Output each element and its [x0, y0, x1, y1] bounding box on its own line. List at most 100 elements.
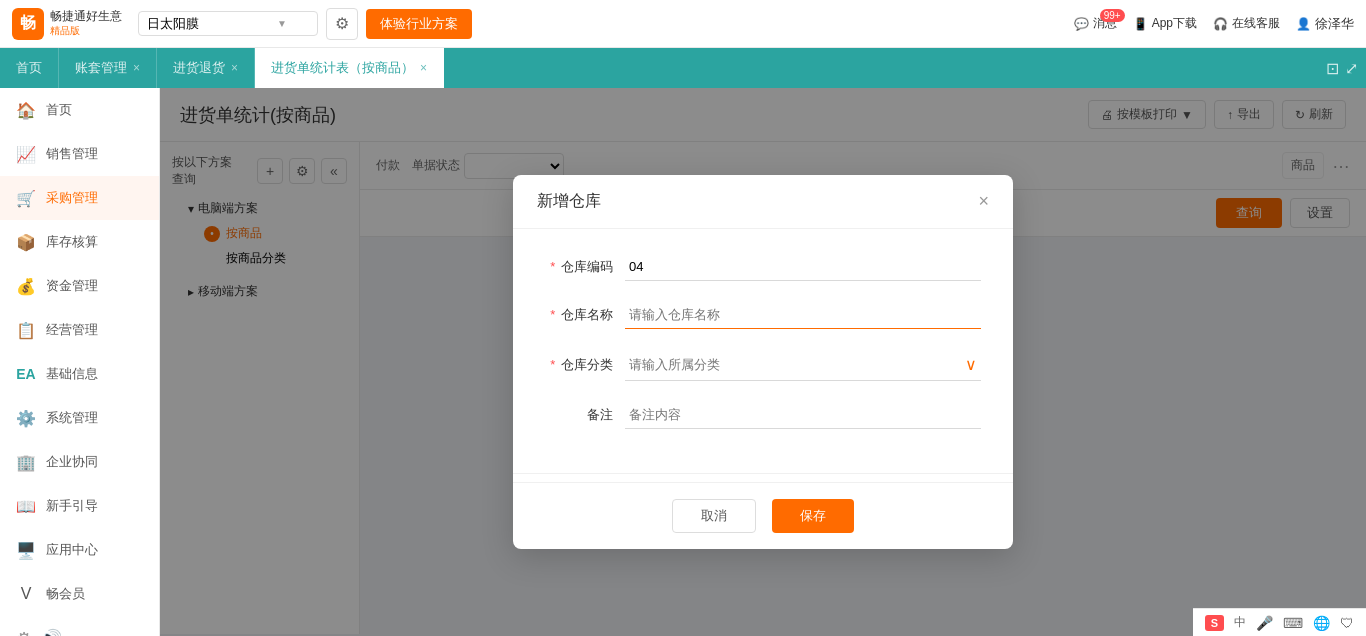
tab-bar: 首页 账套管理 × 进货退货 × 进货单统计表（按商品） × ⊡ ⤢	[0, 48, 1366, 88]
mic-icon[interactable]: 🎤	[1256, 615, 1273, 631]
modal-title: 新增仓库	[537, 191, 601, 212]
settings-icon[interactable]: ⚙	[326, 8, 358, 40]
code-label: * 仓库编码	[545, 258, 625, 276]
header-right: 💬 消息 99+ 📱 App下载 🎧 在线客服 👤 徐泽华	[1074, 15, 1354, 33]
sidebar-label-enterprise: 企业协同	[46, 453, 98, 471]
sidebar-label-system: 系统管理	[46, 409, 98, 427]
message-item[interactable]: 💬 消息 99+	[1074, 15, 1117, 32]
sidebar-label-operations: 经营管理	[46, 321, 98, 339]
new-warehouse-modal: 新增仓库 × * 仓库编码 *	[513, 175, 1013, 549]
main-layout: 🏠 首页 📈 销售管理 🛒 采购管理 📦 库存核算 💰 资金管理 📋 经营管理 …	[0, 88, 1366, 636]
note-input[interactable]	[625, 401, 981, 429]
sidebar-label-basic: 基础信息	[46, 365, 98, 383]
modal-divider	[513, 473, 1013, 474]
cancel-button[interactable]: 取消	[672, 499, 756, 533]
trial-button[interactable]: 体验行业方案	[366, 9, 472, 39]
modal-close-btn[interactable]: ×	[978, 191, 989, 212]
sidebar-item-guide[interactable]: 📖 新手引导	[0, 484, 159, 528]
category-select-input[interactable]	[629, 357, 965, 372]
tab-spacer	[444, 48, 1318, 88]
app-download-icon: 📱	[1133, 17, 1148, 31]
sidebar-item-vip[interactable]: V 畅会员	[0, 572, 159, 616]
online-service-item[interactable]: 🎧 在线客服	[1213, 15, 1280, 32]
store-search[interactable]: ▼	[138, 11, 318, 36]
enterprise-icon: 🏢	[16, 452, 36, 472]
tab-returns-close[interactable]: ×	[231, 61, 238, 75]
sidebar-volume-icon[interactable]: 🔊	[40, 628, 62, 636]
tab-accounts[interactable]: 账套管理 ×	[59, 48, 157, 88]
save-button[interactable]: 保存	[772, 499, 854, 533]
tab-accounts-close[interactable]: ×	[133, 61, 140, 75]
sidebar-label-guide: 新手引导	[46, 497, 98, 515]
logo-area: 畅 畅捷通好生意 精品版	[12, 8, 122, 40]
required-star-cat: *	[550, 357, 555, 372]
sidebar-item-enterprise[interactable]: 🏢 企业协同	[0, 440, 159, 484]
sidebar: 🏠 首页 📈 销售管理 🛒 采购管理 📦 库存核算 💰 资金管理 📋 经营管理 …	[0, 88, 160, 636]
sidebar-item-inventory[interactable]: 📦 库存核算	[0, 220, 159, 264]
sidebar-item-operations[interactable]: 📋 经营管理	[0, 308, 159, 352]
user-avatar-icon: 👤	[1296, 17, 1311, 31]
shield-icon[interactable]: 🛡	[1340, 615, 1354, 631]
user-name: 徐泽华	[1315, 15, 1354, 33]
app-download-label: App下载	[1152, 15, 1197, 32]
tab-home[interactable]: 首页	[0, 48, 59, 88]
tab-stats-label: 进货单统计表（按商品）	[271, 59, 414, 77]
tab-actions: ⊡ ⤢	[1318, 48, 1366, 88]
store-search-input[interactable]	[147, 16, 277, 31]
form-row-category: * 仓库分类 ∨	[545, 349, 981, 381]
modal-body: * 仓库编码 * 仓库名称	[513, 229, 1013, 473]
form-row-note: 备注	[545, 401, 981, 429]
sidebar-item-apps[interactable]: 🖥️ 应用中心	[0, 528, 159, 572]
sidebar-label-purchase: 采购管理	[46, 189, 98, 207]
name-input[interactable]	[625, 301, 981, 329]
search-dropdown-icon[interactable]: ▼	[277, 18, 287, 29]
tab-returns-label: 进货退货	[173, 59, 225, 77]
form-row-code: * 仓库编码	[545, 253, 981, 281]
sidebar-item-finance[interactable]: 💰 资金管理	[0, 264, 159, 308]
message-icon: 💬	[1074, 17, 1089, 31]
app-name: 畅捷通好生意	[50, 9, 122, 25]
category-dropdown-icon[interactable]: ∨	[965, 355, 977, 374]
tab-stats[interactable]: 进货单统计表（按商品） ×	[255, 48, 444, 88]
headset-icon: 🎧	[1213, 17, 1228, 31]
modal-header: 新增仓库 ×	[513, 175, 1013, 229]
vip-icon: V	[16, 584, 36, 604]
modal-footer: 取消 保存	[513, 482, 1013, 549]
code-input[interactable]	[625, 253, 981, 281]
app-download-item[interactable]: 📱 App下载	[1133, 15, 1197, 32]
sidebar-label-finance: 资金管理	[46, 277, 98, 295]
tab-restore-btn[interactable]: ⊡	[1326, 59, 1339, 78]
content-area: 进货单统计(按商品) 🖨 按模板打印 ▼ ↑ 导出 ↻ 刷新	[160, 88, 1366, 636]
sidebar-label-apps: 应用中心	[46, 541, 98, 559]
top-header: 畅 畅捷通好生意 精品版 ▼ ⚙ 体验行业方案 💬 消息 99+ 📱 App下载…	[0, 0, 1366, 48]
sidebar-label-inventory: 库存核算	[46, 233, 98, 251]
category-select-wrapper[interactable]: ∨	[625, 349, 981, 381]
basic-icon: EA	[16, 364, 36, 384]
sidebar-collapse-icon[interactable]: ⚙	[16, 628, 32, 636]
sidebar-label-home: 首页	[46, 101, 72, 119]
user-avatar-item[interactable]: 👤 徐泽华	[1296, 15, 1354, 33]
tab-returns[interactable]: 进货退货 ×	[157, 48, 255, 88]
message-badge: 99+	[1100, 9, 1125, 22]
operations-icon: 📋	[16, 320, 36, 340]
tab-stats-close[interactable]: ×	[420, 61, 427, 75]
required-star-code: *	[550, 259, 555, 274]
note-label: 备注	[545, 406, 625, 424]
globe-icon[interactable]: 🌐	[1313, 615, 1330, 631]
status-bar: S 中 🎤 ⌨ 🌐 🛡	[1193, 608, 1366, 636]
sidebar-item-system[interactable]: ⚙️ 系统管理	[0, 396, 159, 440]
sales-icon: 📈	[16, 144, 36, 164]
inventory-icon: 📦	[16, 232, 36, 252]
required-star-name: *	[550, 307, 555, 322]
app-edition: 精品版	[50, 24, 122, 38]
keyboard-icon[interactable]: ⌨	[1283, 615, 1303, 631]
sidebar-item-purchase[interactable]: 🛒 采购管理	[0, 176, 159, 220]
tab-maximize-btn[interactable]: ⤢	[1345, 59, 1358, 78]
sidebar-item-basic[interactable]: EA 基础信息	[0, 352, 159, 396]
chinese-icon[interactable]: 中	[1234, 614, 1246, 631]
finance-icon: 💰	[16, 276, 36, 296]
sidebar-item-home[interactable]: 🏠 首页	[0, 88, 159, 132]
purchase-icon: 🛒	[16, 188, 36, 208]
logo-text-block: 畅捷通好生意 精品版	[50, 9, 122, 39]
sidebar-item-sales[interactable]: 📈 销售管理	[0, 132, 159, 176]
